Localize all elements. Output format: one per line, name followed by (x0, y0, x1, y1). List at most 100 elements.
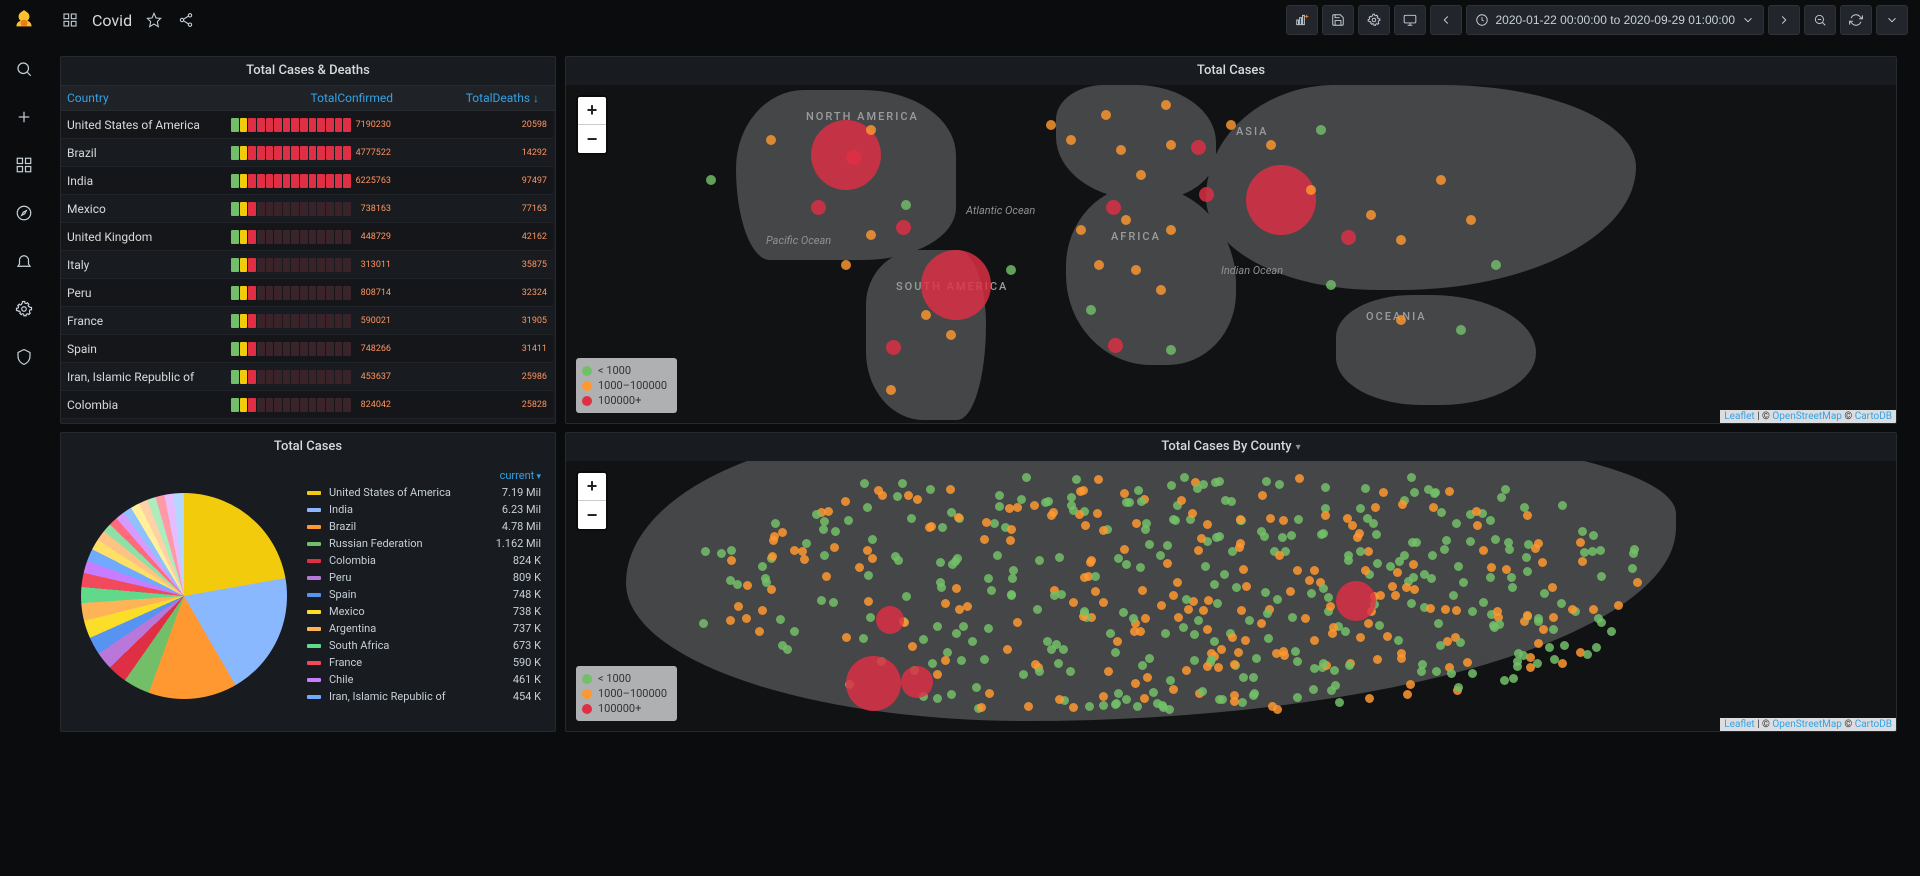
settings-button[interactable] (1358, 5, 1390, 35)
legend-item[interactable]: United States of America7.19 Mil (307, 484, 549, 501)
admin-icon[interactable] (7, 344, 41, 370)
legend-item[interactable]: Argentina737 K (307, 620, 549, 637)
map-bubble[interactable] (886, 385, 896, 395)
map-bubble[interactable] (896, 220, 911, 235)
time-range-picker[interactable]: 2020-01-22 00:00:00 to 2020-09-29 01:00:… (1466, 5, 1764, 35)
legend-item[interactable]: Russian Federation1.162 Mil (307, 535, 549, 552)
carto-link[interactable]: CartoDB (1855, 411, 1892, 422)
col-deaths[interactable]: TotalDeaths ↓ (401, 91, 549, 105)
legend-item[interactable]: Peru809 K (307, 569, 549, 586)
zoom-in-button[interactable]: + (578, 473, 606, 501)
osm-link[interactable]: OpenStreetMap (1772, 719, 1842, 730)
map-bubble[interactable] (846, 150, 861, 165)
dashboards-icon[interactable] (7, 152, 41, 178)
map-bubble[interactable] (1166, 225, 1176, 235)
table-row[interactable]: Brazil477752214292 (61, 139, 553, 167)
map-bubble[interactable] (706, 175, 716, 185)
table-row[interactable]: Spain74826631411 (61, 335, 553, 363)
map-bubble[interactable] (886, 340, 901, 355)
table-row[interactable]: Colombia82404225828 (61, 391, 553, 419)
table-body[interactable]: United States of America719023020598Braz… (61, 111, 555, 423)
map-bubble[interactable] (1226, 120, 1236, 130)
leaflet-link[interactable]: Leaflet (1724, 411, 1754, 422)
map-bubble[interactable] (1166, 345, 1176, 355)
time-forward-button[interactable] (1768, 5, 1800, 35)
map-bubble[interactable] (1066, 135, 1076, 145)
map-bubble[interactable] (841, 260, 851, 270)
map-bubble[interactable] (1076, 225, 1086, 235)
map-bubble[interactable] (921, 310, 931, 320)
dashboard-title[interactable]: Covid (92, 11, 132, 30)
map-bubble[interactable] (1246, 165, 1316, 235)
legend-sort[interactable]: current (500, 469, 541, 482)
legend-item[interactable]: Mexico738 K (307, 603, 549, 620)
pie-chart[interactable] (81, 493, 287, 699)
map-bubble[interactable] (1191, 140, 1206, 155)
map-bubble[interactable] (1436, 175, 1446, 185)
config-icon[interactable] (7, 296, 41, 322)
star-icon[interactable] (144, 10, 164, 30)
create-icon[interactable] (7, 104, 41, 130)
time-back-button[interactable] (1430, 5, 1462, 35)
map-bubble[interactable] (1108, 338, 1123, 353)
map-bubble[interactable] (1121, 215, 1131, 225)
legend-item[interactable]: Iran, Islamic Republic of454 K (307, 688, 549, 705)
map-bubble[interactable] (1326, 280, 1336, 290)
refresh-button[interactable] (1840, 5, 1872, 35)
map-bubble[interactable] (1166, 140, 1176, 150)
us-map[interactable]: + − < 1000 1000–100000 100000+ Leaflet |… (566, 461, 1896, 731)
map-bubble[interactable] (1199, 187, 1214, 202)
carto-link[interactable]: CartoDB (1855, 719, 1892, 730)
refresh-interval-button[interactable] (1876, 5, 1908, 35)
map-bubble[interactable] (766, 135, 776, 145)
map-bubble[interactable] (1161, 100, 1171, 110)
alerting-icon[interactable] (7, 248, 41, 274)
table-row[interactable]: United Kingdom44872942162 (61, 223, 553, 251)
map-bubble[interactable] (1396, 315, 1406, 325)
map-bubble[interactable] (1131, 265, 1141, 275)
grafana-logo[interactable] (7, 8, 41, 34)
add-panel-button[interactable] (1286, 5, 1318, 35)
map-bubble[interactable] (1396, 235, 1406, 245)
legend-item[interactable]: France590 K (307, 654, 549, 671)
table-row[interactable]: Italy31301135875 (61, 251, 553, 279)
panel-title[interactable]: Total Cases (566, 57, 1896, 85)
table-row[interactable]: Iran, Islamic Republic of45363725986 (61, 363, 553, 391)
map-bubble[interactable] (1341, 230, 1356, 245)
osm-link[interactable]: OpenStreetMap (1772, 411, 1842, 422)
table-row[interactable]: United States of America719023020598 (61, 111, 553, 139)
map-bubble[interactable] (1136, 170, 1146, 180)
map-bubble[interactable] (1336, 581, 1376, 621)
map-bubble[interactable] (866, 230, 876, 240)
map-bubble[interactable] (1466, 215, 1476, 225)
map-bubble[interactable] (1266, 140, 1276, 150)
table-row[interactable]: France59002131905 (61, 307, 553, 335)
map-bubble[interactable] (1156, 285, 1166, 295)
legend-item[interactable]: India6.23 Mil (307, 501, 549, 518)
map-bubble[interactable] (921, 250, 991, 320)
leaflet-link[interactable]: Leaflet (1724, 719, 1754, 730)
map-bubble[interactable] (1456, 325, 1466, 335)
map-bubble[interactable] (866, 125, 876, 135)
map-bubble[interactable] (846, 656, 901, 711)
share-icon[interactable] (176, 10, 196, 30)
panel-title[interactable]: Total Cases (61, 433, 555, 461)
cycle-view-button[interactable] (1394, 5, 1426, 35)
map-bubble[interactable] (1046, 120, 1056, 130)
map-bubble[interactable] (811, 200, 826, 215)
zoom-in-button[interactable]: + (578, 97, 606, 125)
map-bubble[interactable] (1106, 200, 1121, 215)
map-bubble[interactable] (1316, 125, 1326, 135)
dashboards-grid-icon[interactable] (60, 10, 80, 30)
map-bubble[interactable] (1006, 265, 1016, 275)
map-bubble[interactable] (1094, 260, 1104, 270)
col-country[interactable]: Country (67, 91, 227, 105)
zoom-out-button[interactable]: − (578, 125, 606, 153)
legend-item[interactable]: Colombia824 K (307, 552, 549, 569)
map-bubble[interactable] (1306, 185, 1316, 195)
legend-item[interactable]: Chile461 K (307, 671, 549, 688)
col-confirmed[interactable]: TotalConfirmed (227, 91, 401, 105)
legend-item[interactable]: Brazil4.78 Mil (307, 518, 549, 535)
search-icon[interactable] (7, 56, 41, 82)
table-row[interactable]: Peru80871432324 (61, 279, 553, 307)
